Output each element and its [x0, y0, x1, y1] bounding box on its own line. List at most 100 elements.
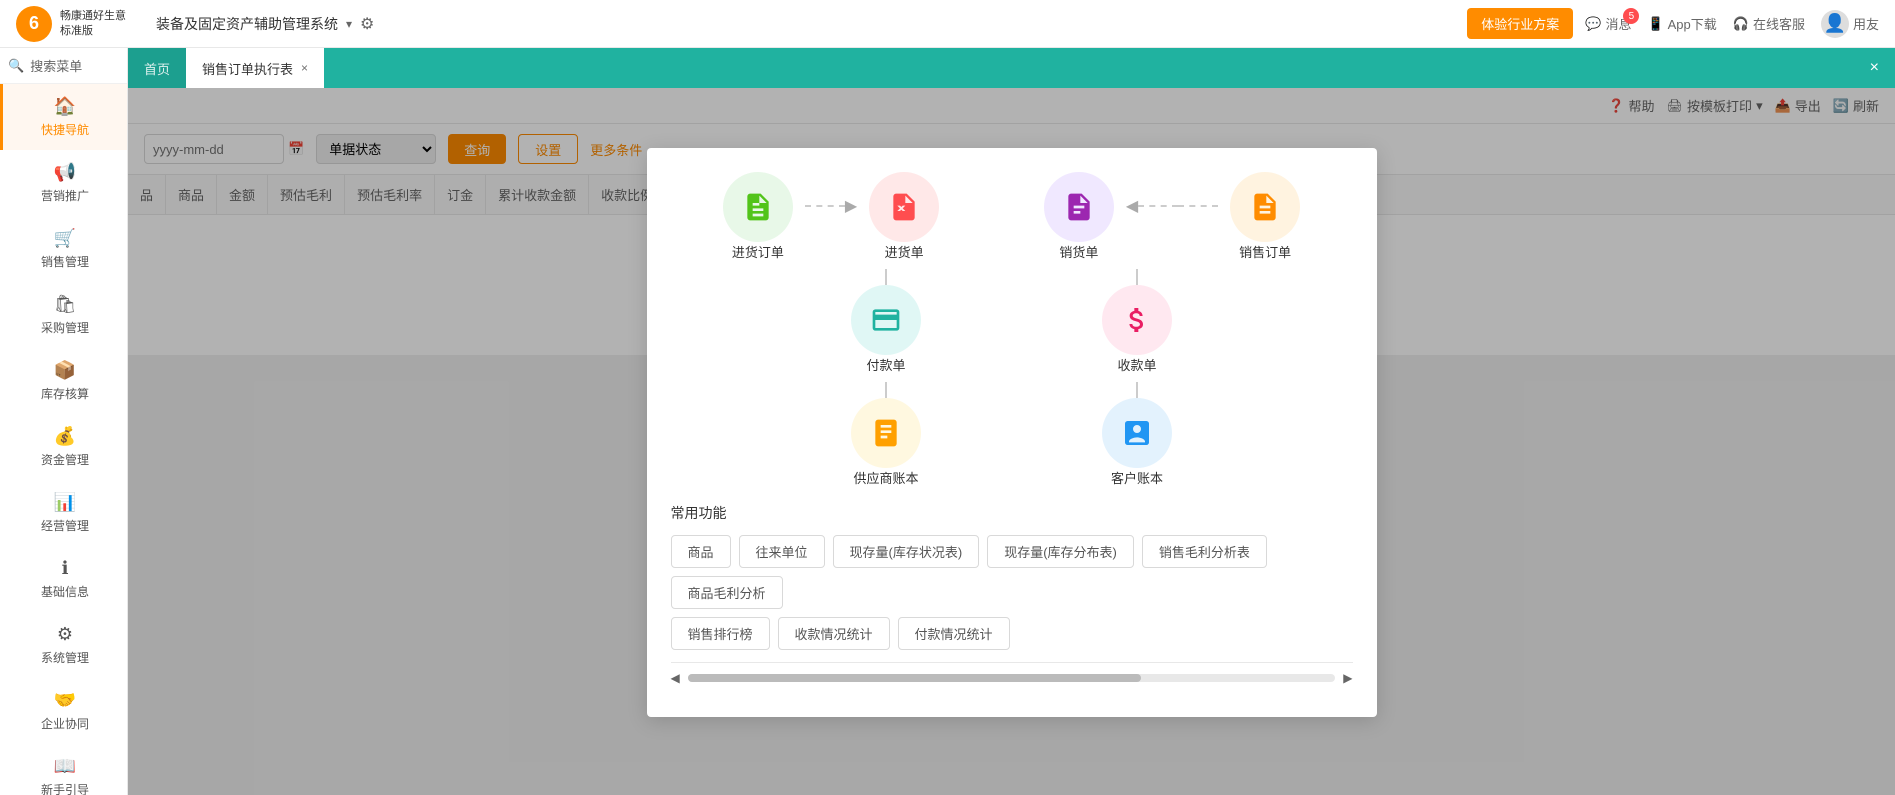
common-functions: 常用功能 商品 往来单位 现存量(库存状况表) 现存量(库存分布表) 销售毛利分… [671, 503, 1353, 650]
quick-nav-icon: 🏠 [54, 96, 76, 117]
finance-icon: 💰 [54, 426, 76, 447]
user-name: 用友 [1853, 14, 1879, 33]
func-btn-contacts[interactable]: 往来单位 [739, 535, 825, 568]
func-buttons-row1: 商品 往来单位 现存量(库存状况表) 现存量(库存分布表) 销售毛利分析表 商品… [671, 535, 1353, 609]
sidebar-item-label: 采购管理 [41, 319, 89, 336]
system-dropdown-arrow[interactable]: ▾ [346, 17, 352, 31]
sidebar-item-system[interactable]: ⚙ 系统管理 [0, 612, 127, 678]
tab-home[interactable]: 首页 [128, 48, 186, 88]
func-btn-payment-stats[interactable]: 付款情况统计 [898, 617, 1010, 650]
trial-button[interactable]: 体验行业方案 [1467, 8, 1573, 39]
sidebar-item-guide[interactable]: 📖 新手引导 [0, 744, 127, 795]
purchase-icon: 🛍 [54, 294, 77, 315]
service-icon: 🎧 [1733, 16, 1749, 32]
guide-icon: 📖 [54, 756, 76, 777]
sales-icon: 🛒 [54, 228, 76, 249]
supplier-account-label: 供应商账本 [853, 468, 918, 487]
sidebar-item-label: 销售管理 [41, 253, 89, 270]
user-menu[interactable]: 👤 用友 [1821, 10, 1879, 38]
sidebar-item-label: 企业协同 [41, 715, 89, 732]
online-service-button[interactable]: 🎧 在线客服 [1733, 14, 1805, 33]
sidebar-item-label: 营销推广 [41, 187, 89, 204]
receipt-bill-circle [1102, 285, 1172, 355]
operations-icon: 📊 [54, 492, 76, 513]
common-functions-title: 常用功能 [671, 503, 1353, 523]
customer-account-circle [1102, 398, 1172, 468]
func-btn-sales-rank[interactable]: 销售排行榜 [671, 617, 770, 650]
modal-overlay: 进货订单 ▶ 进货单 [128, 88, 1895, 795]
message-button[interactable]: 💬 消息 5 [1585, 14, 1631, 33]
app-download-button[interactable]: 📱 App下载 [1647, 14, 1716, 33]
scroll-area: ◀ ▶ [671, 662, 1353, 693]
sidebar-item-label: 快捷导航 [41, 121, 89, 138]
sidebar-item-purchase[interactable]: 🛍 采购管理 [0, 282, 127, 348]
modal-dialog: 进货订单 ▶ 进货单 [647, 148, 1377, 717]
func-btn-receipt-stats[interactable]: 收款情况统计 [778, 617, 890, 650]
scroll-track [688, 674, 1336, 682]
sidebar-item-label: 基础信息 [41, 583, 89, 600]
payment-bill-label: 付款单 [866, 355, 905, 374]
sales-bill-label: 销货单 [1059, 242, 1098, 261]
system-title: 装备及固定资产辅助管理系统 ▾ ⚙ [156, 14, 1455, 34]
sidebar-item-label: 新手引导 [41, 781, 89, 795]
tab-bar: 首页 销售订单执行表 × × [128, 48, 1895, 88]
func-btn-product[interactable]: 商品 [671, 535, 731, 568]
enterprise-icon: 🤝 [54, 690, 76, 711]
tab-home-label: 首页 [144, 59, 170, 78]
system-name-text: 装备及固定资产辅助管理系统 [156, 14, 338, 34]
sales-order-circle [1230, 172, 1300, 242]
sidebar-item-operations[interactable]: 📊 经营管理 [0, 480, 127, 546]
page-content: ❓ 帮助 🖨 按模板打印 ▾ 📤 导出 🔄 刷新 [128, 88, 1895, 795]
marketing-icon: 📢 [54, 162, 76, 183]
supplier-account-circle [851, 398, 921, 468]
purchase-order-circle [723, 172, 793, 242]
logo-icon: 6 [16, 6, 52, 42]
sidebar-item-finance[interactable]: 💰 资金管理 [0, 414, 127, 480]
func-btn-sales-analysis[interactable]: 销售毛利分析表 [1142, 535, 1267, 568]
system-icon: ⚙ [57, 624, 73, 645]
logo-text: 畅康通好生意 标准版 [60, 9, 126, 38]
scroll-thumb [688, 674, 1141, 682]
message-icon: 💬 [1585, 16, 1601, 32]
inventory-icon: 📦 [54, 360, 76, 381]
search-menu-label: 搜索菜单 [30, 56, 82, 75]
download-icon: 📱 [1647, 16, 1663, 32]
scroll-left-arrow[interactable]: ◀ [671, 671, 680, 685]
main-area: 🔍 搜索菜单 🏠 快捷导航 📢 营销推广 🛒 销售管理 🛍 采购管理 📦 [0, 48, 1895, 795]
func-btn-stock-dist[interactable]: 现存量(库存分布表) [987, 535, 1134, 568]
func-buttons-row2: 销售排行榜 收款情况统计 付款情况统计 [671, 617, 1353, 650]
basic-info-icon: ℹ [62, 558, 69, 579]
sidebar-item-marketing[interactable]: 📢 营销推广 [0, 150, 127, 216]
user-avatar: 👤 [1821, 10, 1849, 38]
sidebar: 🔍 搜索菜单 🏠 快捷导航 📢 营销推广 🛒 销售管理 🛍 采购管理 📦 [0, 48, 128, 795]
purchase-order-label: 进货订单 [732, 242, 784, 261]
app-download-label: App下载 [1668, 14, 1717, 33]
tab-sales-label: 销售订单执行表 [202, 59, 293, 78]
message-badge: 5 [1623, 8, 1639, 24]
sales-bill-circle [1044, 172, 1114, 242]
sidebar-item-enterprise[interactable]: 🤝 企业协同 [0, 678, 127, 744]
search-icon: 🔍 [8, 58, 24, 74]
top-bar: 6 畅康通好生意 标准版 装备及固定资产辅助管理系统 ▾ ⚙ 体验行业方案 💬 … [0, 0, 1895, 48]
purchase-bill-label: 进货单 [885, 242, 924, 261]
sales-order-label: 销售订单 [1239, 242, 1291, 261]
sidebar-item-label: 资金管理 [41, 451, 89, 468]
sidebar-item-inventory[interactable]: 📦 库存核算 [0, 348, 127, 414]
scroll-right-arrow[interactable]: ▶ [1343, 671, 1352, 685]
func-btn-stock-status[interactable]: 现存量(库存状况表) [833, 535, 980, 568]
tab-close-icon[interactable]: × [301, 61, 308, 75]
receipt-bill-label: 收款单 [1117, 355, 1156, 374]
content-area: 首页 销售订单执行表 × × ❓ 帮助 🖨 [128, 48, 1895, 795]
search-menu-button[interactable]: 🔍 搜索菜单 [0, 48, 127, 84]
func-btn-product-profit[interactable]: 商品毛利分析 [671, 576, 783, 609]
tab-sales-order[interactable]: 销售订单执行表 × [186, 48, 324, 88]
sidebar-item-quick-nav[interactable]: 🏠 快捷导航 [0, 84, 127, 150]
tab-close-right-icon[interactable]: × [1854, 51, 1895, 85]
sidebar-item-basic-info[interactable]: ℹ 基础信息 [0, 546, 127, 612]
sidebar-item-sales[interactable]: 🛒 销售管理 [0, 216, 127, 282]
purchase-bill-circle [869, 172, 939, 242]
sidebar-item-label: 系统管理 [41, 649, 89, 666]
settings-icon[interactable]: ⚙ [360, 14, 374, 34]
logo-area: 6 畅康通好生意 标准版 [16, 6, 144, 42]
sidebar-item-label: 经营管理 [41, 517, 89, 534]
